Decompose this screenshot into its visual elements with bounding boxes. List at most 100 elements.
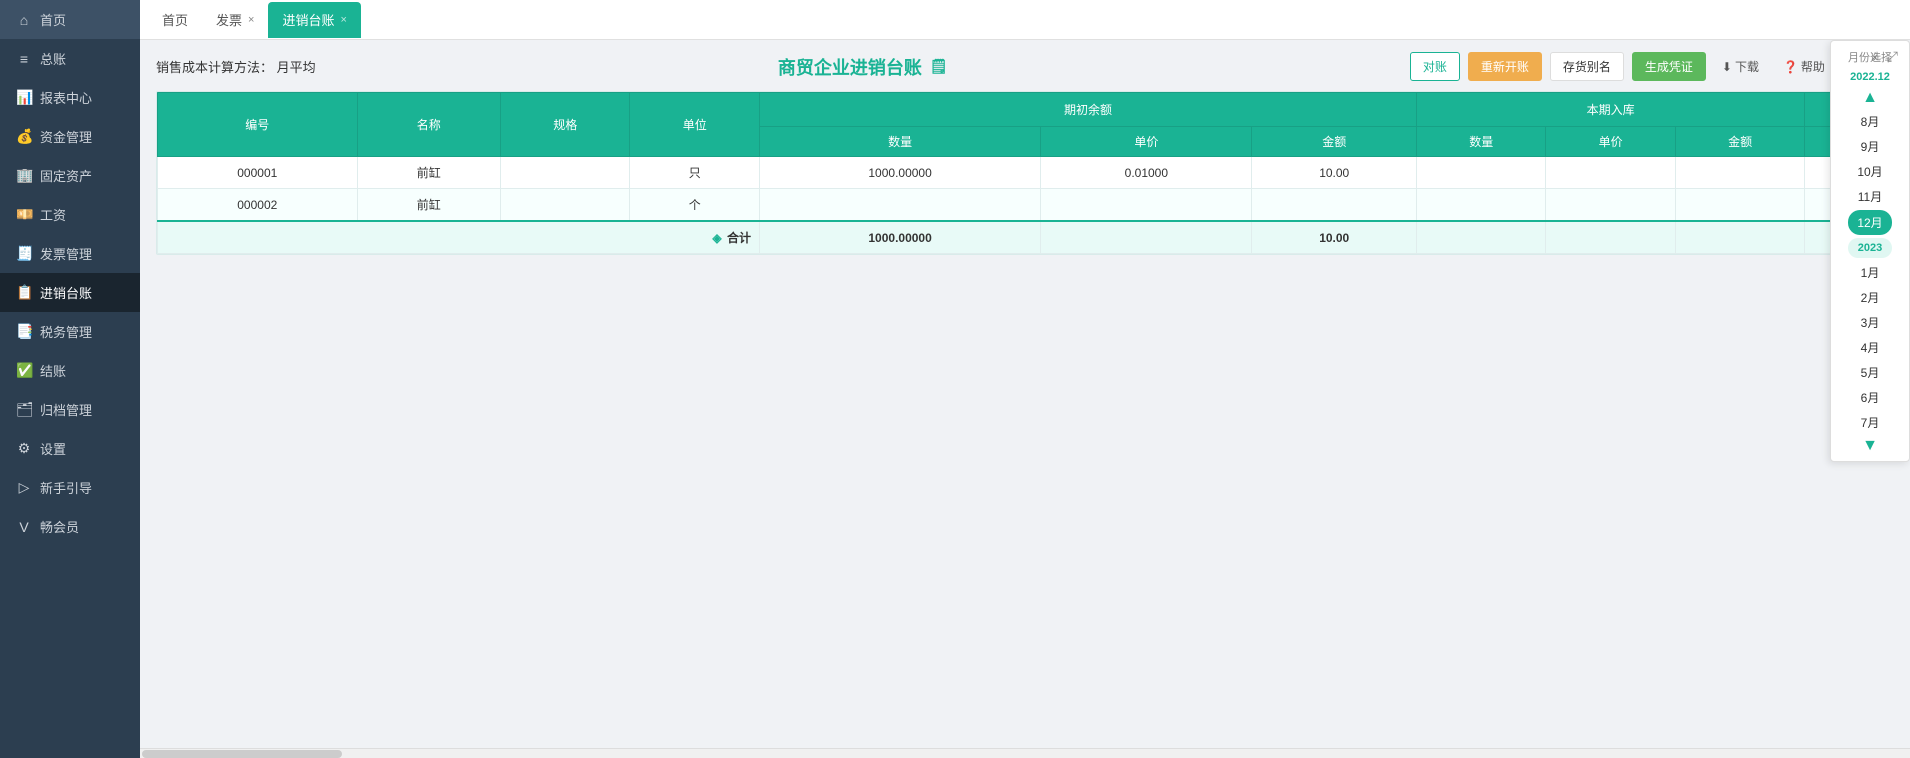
download-label: 下载 [1735, 58, 1759, 75]
month-item-9[interactable]: 9月 [1831, 134, 1909, 159]
total-text: 合计 [727, 231, 751, 245]
tab-home[interactable]: 首页 [148, 2, 202, 38]
sidebar-item-label: 进销台账 [40, 283, 92, 302]
settings-icon: ⚙ [16, 440, 32, 457]
tab-invoice-close[interactable]: × [248, 14, 254, 26]
col-header-inbound: 本期入库 [1416, 93, 1804, 127]
month-item-2023-5[interactable]: 5月 [1831, 360, 1909, 385]
table-row: 000001 前缸 只 1000.00000 0.01000 10.00 [158, 157, 1893, 189]
month-item-2023-1[interactable]: 1月 [1831, 260, 1909, 285]
total-icon: ◈ [712, 231, 721, 245]
invoice-icon: 🧾 [16, 245, 32, 262]
guide-icon: ▷ [16, 479, 32, 496]
cell-name: 前缸 [357, 157, 500, 189]
sidebar-item-label: 畅会员 [40, 517, 79, 536]
sidebar-item-label: 工资 [40, 205, 66, 224]
total-label: ◈ 合计 [158, 221, 760, 254]
page-title-area: 商贸企业进销台账 🗒 [778, 54, 948, 80]
cell-unit: 个 [630, 189, 759, 222]
tab-jinxiao[interactable]: 进销台账 × [268, 2, 360, 38]
sidebar-item-label: 发票管理 [40, 244, 92, 263]
info-icon[interactable]: 🗒 [930, 58, 948, 75]
help-icon: ❓ [1783, 60, 1798, 74]
cell-opening-qty: 1000.00000 [759, 157, 1040, 189]
scrollbar-thumb[interactable] [142, 750, 342, 758]
sidebar-item-label: 首页 [40, 10, 66, 29]
sidebar-item-guide[interactable]: ▷ 新手引导 [0, 468, 140, 507]
sidebar-item-label: 结账 [40, 361, 66, 380]
month-item-2023-2[interactable]: 2月 [1831, 285, 1909, 310]
total-opening-amount: 10.00 [1252, 221, 1417, 254]
cost-method-value: 月平均 [277, 60, 316, 75]
sidebar-item-jinxiao[interactable]: 📋 进销台账 [0, 273, 140, 312]
settle-icon: ✅ [16, 362, 32, 379]
tab-home-label: 首页 [162, 10, 188, 29]
sidebar-item-label: 报表中心 [40, 88, 92, 107]
sidebar-item-settings[interactable]: ⚙ 设置 [0, 429, 140, 468]
cell-name: 前缸 [357, 189, 500, 222]
sidebar-item-label: 总账 [40, 49, 66, 68]
sidebar-item-funds[interactable]: 💰 资金管理 [0, 117, 140, 156]
col-sub-opening-price: 单价 [1041, 127, 1252, 157]
cell-opening-price [1041, 189, 1252, 222]
toolbar: 对账 重新开账 存货别名 生成凭证 ⬇ 下载 ❓ 帮助 ↻ 刷新 [1410, 52, 1894, 81]
month-item-8[interactable]: 8月 [1831, 109, 1909, 134]
sidebar-item-tax[interactable]: 📑 税务管理 [0, 312, 140, 351]
sidebar-item-invoice[interactable]: 🧾 发票管理 [0, 234, 140, 273]
top-info-bar: 销售成本计算方法： 月平均 商贸企业进销台账 🗒 对账 重新开账 存货别名 生成… [156, 52, 1894, 81]
report-icon: 📊 [16, 89, 32, 106]
tab-jinxiao-close[interactable]: × [340, 14, 346, 26]
sidebar-item-home[interactable]: ⌂ 首页 [0, 0, 140, 39]
tabs-bar: 首页 发票 × 进销台账 × [140, 0, 1910, 40]
month-picker-panel: 月份选择 2022.12 ▲ 8月 9月 10月 11月 12月 2023 1月… [1830, 40, 1910, 462]
content-area: × ⤢ 销售成本计算方法： 月平均 商贸企业进销台账 🗒 对账 重新开账 存货别… [140, 40, 1910, 748]
month-item-12[interactable]: 12月 [1848, 210, 1892, 235]
inventory-table: 编号 名称 规格 单位 期初余额 本期入库 数 数量 单价 金额 数量 单价 [157, 92, 1893, 254]
month-nav-up[interactable]: ▲ [1862, 87, 1878, 109]
sidebar-item-member[interactable]: V 畅会员 [0, 507, 140, 546]
tab-jinxiao-label: 进销台账 [282, 10, 334, 29]
sidebar-item-label: 设置 [40, 439, 66, 458]
month-item-10[interactable]: 10月 [1831, 159, 1909, 184]
generate-voucher-button[interactable]: 生成凭证 [1632, 52, 1706, 81]
tab-invoice-label: 发票 [216, 10, 242, 29]
sidebar-item-label: 固定资产 [40, 166, 92, 185]
save-alias-button[interactable]: 存货别名 [1550, 52, 1624, 81]
wages-icon: 💴 [16, 206, 32, 223]
sidebar-item-assets[interactable]: 🏢 固定资产 [0, 156, 140, 195]
sidebar-item-settle[interactable]: ✅ 结账 [0, 351, 140, 390]
horizontal-scrollbar[interactable] [140, 748, 1910, 758]
total-inbound-amount [1675, 221, 1804, 254]
month-nav-down[interactable]: ▼ [1862, 435, 1878, 457]
month-item-2023-3[interactable]: 3月 [1831, 310, 1909, 335]
month-item-2023-4[interactable]: 4月 [1831, 335, 1909, 360]
cell-inbound-amount [1675, 189, 1804, 222]
cell-opening-qty [759, 189, 1040, 222]
maximize-button[interactable]: ⤢ [1887, 48, 1898, 65]
col-sub-inbound-amount: 金额 [1675, 127, 1804, 157]
col-sub-opening-amount: 金额 [1252, 127, 1417, 157]
archive-icon: 🗂 [16, 401, 32, 418]
reopen-button[interactable]: 重新开账 [1468, 52, 1542, 81]
month-item-2023-7[interactable]: 7月 [1831, 410, 1909, 435]
dui-zhang-button[interactable]: 对账 [1410, 52, 1460, 81]
month-item-2023-6[interactable]: 6月 [1831, 385, 1909, 410]
total-inbound-qty [1416, 221, 1545, 254]
close-button[interactable]: × [1871, 48, 1879, 65]
home-icon: ⌂ [16, 12, 32, 28]
help-button[interactable]: ❓ 帮助 [1775, 53, 1833, 80]
sidebar-item-wages[interactable]: 💴 工资 [0, 195, 140, 234]
year-2023-label: 2023 [1848, 238, 1892, 258]
tab-invoice[interactable]: 发票 × [202, 2, 268, 38]
download-button[interactable]: ⬇ 下载 [1714, 53, 1767, 80]
sidebar-item-ledger[interactable]: ≡ 总账 [0, 39, 140, 78]
sidebar-item-report[interactable]: 📊 报表中心 [0, 78, 140, 117]
cell-opening-amount [1252, 189, 1417, 222]
cell-opening-price: 0.01000 [1041, 157, 1252, 189]
sidebar-item-label: 资金管理 [40, 127, 92, 146]
total-opening-price [1041, 221, 1252, 254]
sidebar-item-archive[interactable]: 🗂 归档管理 [0, 390, 140, 429]
cell-inbound-qty [1416, 189, 1545, 222]
month-picker-current-year: 2022.12 [1850, 69, 1890, 87]
month-item-11[interactable]: 11月 [1831, 184, 1909, 209]
